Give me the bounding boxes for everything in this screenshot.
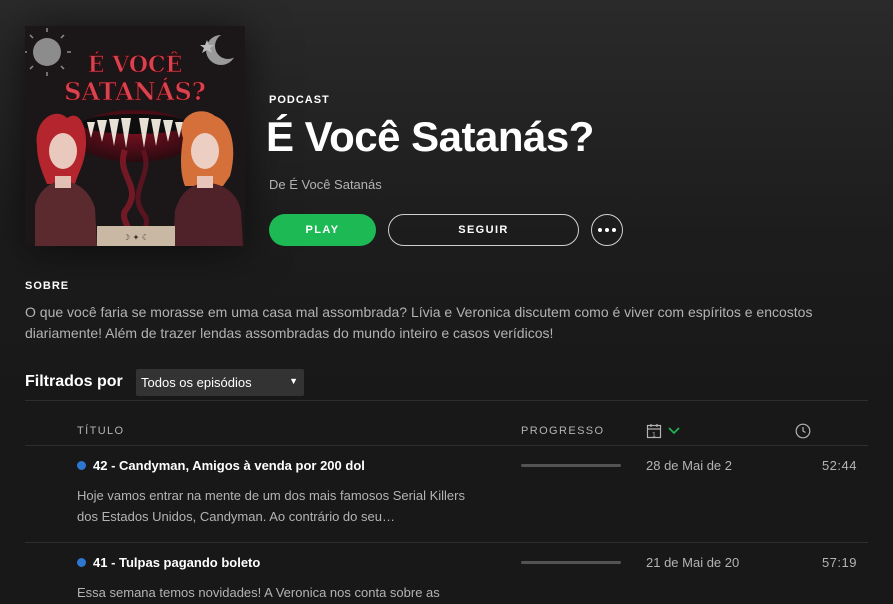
- filter-label: Filtrados por: [25, 373, 123, 390]
- more-dot-icon: [612, 228, 616, 232]
- divider: [25, 400, 868, 401]
- column-header-title[interactable]: TÍTULO: [77, 425, 125, 437]
- episode-title[interactable]: 41 - Tulpas pagando boleto: [93, 555, 260, 570]
- svg-text:SATANÁS?: SATANÁS?: [64, 77, 206, 106]
- cover-illustration: É VOCÊ SATANÁS? ☽ ✦ ☾: [25, 26, 245, 246]
- episode-row[interactable]: 41 - Tulpas pagando boleto Essa semana t…: [0, 543, 893, 604]
- content-type-label: PODCAST: [269, 94, 330, 106]
- episode-progress-bar: [521, 464, 621, 467]
- about-description: O que você faria se morasse em uma casa …: [25, 304, 813, 341]
- podcast-cover-art: É VOCÊ SATANÁS? ☽ ✦ ☾: [25, 26, 245, 246]
- episode-description: Essa semana temos novidades! A Veronica …: [77, 585, 440, 600]
- column-header-duration[interactable]: [795, 423, 811, 439]
- episode-row[interactable]: 42 - Candyman, Amigos à venda por 200 do…: [0, 446, 893, 542]
- more-dot-icon: [598, 228, 602, 232]
- filter-selected-value: Todos os episódios: [141, 375, 252, 390]
- episode-duration: 57:19: [821, 555, 857, 570]
- more-dot-icon: [605, 228, 609, 232]
- episode-duration: 52:44: [821, 458, 857, 473]
- unplayed-dot-icon: [77, 461, 86, 470]
- column-header-progress[interactable]: PROGRESSO: [521, 425, 605, 437]
- svg-text:É VOCÊ: É VOCÊ: [88, 51, 183, 78]
- podcast-title: É Você Satanás?: [266, 113, 594, 160]
- follow-button[interactable]: SEGUIR: [388, 214, 579, 246]
- episode-date: 28 de Mai de 2: [646, 458, 733, 473]
- column-header-date[interactable]: 1: [646, 423, 686, 439]
- clock-icon: [795, 423, 811, 439]
- calendar-sort-icon: 1: [646, 424, 680, 439]
- episode-filter-dropdown[interactable]: Todos os episódios ▼: [136, 369, 304, 396]
- about-heading: SOBRE: [25, 280, 70, 292]
- play-button[interactable]: PLAY: [269, 214, 376, 246]
- dropdown-arrow-icon: ▼: [289, 376, 298, 386]
- more-options-button[interactable]: [591, 214, 623, 246]
- episode-date: 21 de Mai de 20: [646, 555, 740, 570]
- podcast-author[interactable]: De É Você Satanás: [269, 177, 382, 192]
- svg-text:☽ ✦ ☾: ☽ ✦ ☾: [123, 233, 149, 242]
- episode-title[interactable]: 42 - Candyman, Amigos à venda por 200 do…: [93, 458, 365, 473]
- episode-description: Hoje vamos entrar na mente de um dos mai…: [77, 488, 465, 524]
- episode-progress-bar: [521, 561, 621, 564]
- unplayed-dot-icon: [77, 558, 86, 567]
- svg-text:1: 1: [652, 431, 656, 439]
